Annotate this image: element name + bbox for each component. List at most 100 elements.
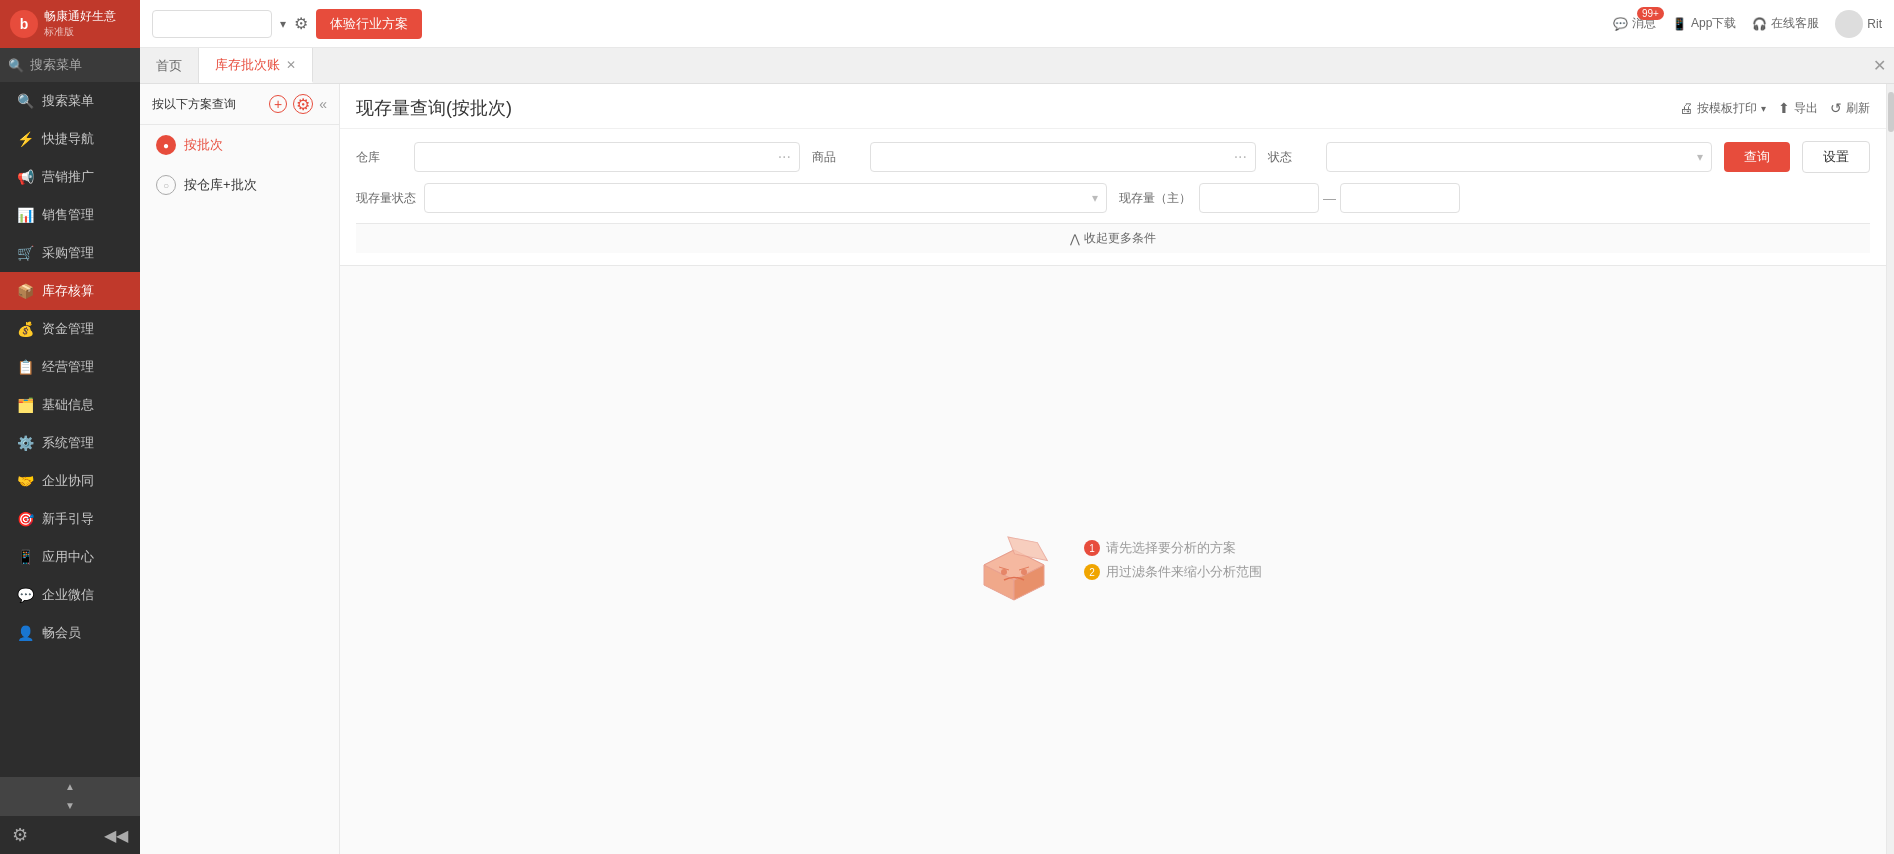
status-dropdown-icon[interactable]: ▾ <box>1697 150 1703 164</box>
service-icon: 🎧 <box>1752 17 1767 31</box>
refresh-label: 刷新 <box>1846 100 1870 117</box>
inventory-qty-min-input[interactable] <box>1199 183 1319 213</box>
topbar-right: 💬 消息 99+ 📱 App下载 🎧 在线客服 Rit <box>1613 10 1882 38</box>
filter-scheme-panel: 按以下方案查询 + ⚙ « ● 按批次 <box>140 84 340 854</box>
app-center-label: 应用中心 <box>42 548 94 566</box>
tab-batch-account[interactable]: 库存批次账 ✕ <box>199 48 313 83</box>
sidebar-item-purchase[interactable]: 🛒 采购管理 <box>0 234 140 272</box>
add-scheme-button[interactable]: + <box>269 95 287 113</box>
sidebar-item-sales[interactable]: 📊 销售管理 <box>0 196 140 234</box>
scheme-item-by-warehouse-batch[interactable]: ○ 按仓库+批次 <box>140 165 339 205</box>
online-service-button[interactable]: 🎧 在线客服 <box>1752 15 1819 32</box>
warehouse-more-icon[interactable]: ··· <box>778 148 791 166</box>
scheme-item-by-batch[interactable]: ● 按批次 <box>140 125 339 165</box>
settings-icon[interactable]: ⚙ <box>12 824 28 846</box>
sidebar-item-inventory[interactable]: 📦 库存核算 <box>0 272 140 310</box>
tip-2-text: 用过滤条件来缩小分析范围 <box>1106 563 1262 581</box>
user-profile-button[interactable]: Rit <box>1835 10 1882 38</box>
sidebar-item-system[interactable]: ⚙️ 系统管理 <box>0 424 140 462</box>
sidebar-header: b 畅康通好生意 标准版 <box>0 0 140 48</box>
inventory-status-input[interactable]: ▾ <box>424 183 1107 213</box>
avatar <box>1835 10 1863 38</box>
inventory-status-dropdown[interactable]: ▾ <box>1092 191 1098 205</box>
goods-label: 商品 <box>812 149 862 166</box>
goods-input[interactable]: ··· <box>870 142 1256 172</box>
collapse-more-label: 收起更多条件 <box>1084 230 1156 247</box>
purchase-icon: 🛒 <box>16 244 34 262</box>
qty-separator: — <box>1319 191 1340 206</box>
sidebar-search-item[interactable]: 🔍 搜索菜单 <box>0 48 140 82</box>
warehouse-input[interactable]: ··· <box>414 142 800 172</box>
sidebar-item-wechat[interactable]: 💬 企业微信 <box>0 576 140 614</box>
filter-panel-header: 按以下方案查询 + ⚙ « <box>140 84 339 125</box>
experience-btn[interactable]: 体验行业方案 <box>316 9 422 39</box>
company-info: 畅康通好生意 标准版 <box>44 9 116 39</box>
topbar-dropdown-icon[interactable]: ▾ <box>280 17 286 31</box>
empty-content: 1 请先选择要分析的方案 2 用过滤条件来缩小分析范围 <box>964 510 1262 610</box>
page-title-bar: 现存量查询(按批次) 🖨 按模板打印 ▾ ⬆ 导出 ↺ 刷新 <box>340 84 1886 129</box>
inventory-qty-max-input[interactable] <box>1340 183 1460 213</box>
status-field: 状态 ▾ <box>1268 142 1712 172</box>
filter-row-2: 现存量状态 ▾ 现存量（主） — <box>356 183 1870 213</box>
tabs-bar: 首页 库存批次账 ✕ ✕ <box>140 48 1894 84</box>
sidebar-item-basics[interactable]: 🗂️ 基础信息 <box>0 386 140 424</box>
message-button[interactable]: 💬 消息 99+ <box>1613 15 1656 32</box>
search-icon: 🔍 <box>16 92 34 110</box>
print-button[interactable]: 🖨 按模板打印 ▾ <box>1679 100 1766 117</box>
wechat-icon: 💬 <box>16 586 34 604</box>
goods-more-icon[interactable]: ··· <box>1234 148 1247 166</box>
filter-row-1: 仓库 ··· 商品 ··· 状态 <box>356 141 1870 173</box>
collapse-more-button[interactable]: ⋀ 收起更多条件 <box>356 223 1870 253</box>
sidebar-item-quick-nav[interactable]: ⚡ 快捷导航 <box>0 120 140 158</box>
scheme-icon-outline: ○ <box>156 175 176 195</box>
app-download-icon: 📱 <box>1672 17 1687 31</box>
app-center-icon: 📱 <box>16 548 34 566</box>
print-dropdown-icon[interactable]: ▾ <box>1761 103 1766 114</box>
sidebar-scroll-down[interactable]: ▼ <box>0 796 140 815</box>
app-download-button[interactable]: 📱 App下载 <box>1672 15 1736 32</box>
scrollbar-handle[interactable] <box>1888 92 1894 132</box>
app-download-label: App下载 <box>1691 15 1736 32</box>
sidebar-item-member[interactable]: 👤 畅会员 <box>0 614 140 652</box>
tip-1-text: 请先选择要分析的方案 <box>1106 539 1236 557</box>
sidebar-item-marketing[interactable]: 📢 营销推广 <box>0 158 140 196</box>
sidebar-scroll-up[interactable]: ▲ <box>0 777 140 796</box>
refresh-icon: ↺ <box>1830 100 1842 116</box>
page-scrollbar[interactable] <box>1886 84 1894 854</box>
scheme-settings-button[interactable]: ⚙ <box>293 94 313 114</box>
sidebar-item-operations[interactable]: 📋 经营管理 <box>0 348 140 386</box>
tab-close-icon[interactable]: ✕ <box>286 58 296 72</box>
search-icon: 🔍 <box>8 58 24 73</box>
main-content: ▾ ⚙ 体验行业方案 💬 消息 99+ 📱 App下载 🎧 在线客服 Rit <box>140 0 1894 854</box>
sidebar-item-newbie[interactable]: 🎯 新手引导 <box>0 500 140 538</box>
empty-illustration <box>964 510 1064 610</box>
topbar-search-input[interactable] <box>152 10 272 38</box>
tab-close-all-icon[interactable]: ✕ <box>1873 56 1886 75</box>
status-input[interactable]: ▾ <box>1326 142 1712 172</box>
finance-label: 资金管理 <box>42 320 94 338</box>
quick-nav-icon: ⚡ <box>16 130 34 148</box>
export-button[interactable]: ⬆ 导出 <box>1778 100 1818 117</box>
system-icon: ⚙️ <box>16 434 34 452</box>
sidebar-item-finance[interactable]: 💰 资金管理 <box>0 310 140 348</box>
app-logo: b <box>10 10 38 38</box>
tab-home[interactable]: 首页 <box>140 48 199 83</box>
page-actions: 🖨 按模板打印 ▾ ⬆ 导出 ↺ 刷新 <box>1679 100 1870 117</box>
sidebar-item-collab[interactable]: 🤝 企业协同 <box>0 462 140 500</box>
quick-nav-label: 快捷导航 <box>42 130 94 148</box>
tip-2-num: 2 <box>1084 564 1100 580</box>
query-button[interactable]: 查询 <box>1724 142 1790 172</box>
marketing-icon: 📢 <box>16 168 34 186</box>
refresh-button[interactable]: ↺ 刷新 <box>1830 100 1870 117</box>
sidebar-item-search[interactable]: 🔍 搜索菜单 <box>0 82 140 120</box>
scheme-label-by-batch: 按批次 <box>184 136 223 154</box>
page-content: 按以下方案查询 + ⚙ « ● 按批次 <box>140 84 1894 854</box>
collapse-sidebar-icon[interactable]: ◀◀ <box>104 826 128 845</box>
sales-icon: 📊 <box>16 206 34 224</box>
svg-point-6 <box>1021 569 1027 575</box>
panel-collapse-button[interactable]: « <box>319 96 327 112</box>
sidebar-item-app-center[interactable]: 📱 应用中心 <box>0 538 140 576</box>
topbar-gear-icon[interactable]: ⚙ <box>294 14 308 33</box>
settings-button[interactable]: 设置 <box>1802 141 1870 173</box>
member-label: 畅会员 <box>42 624 81 642</box>
